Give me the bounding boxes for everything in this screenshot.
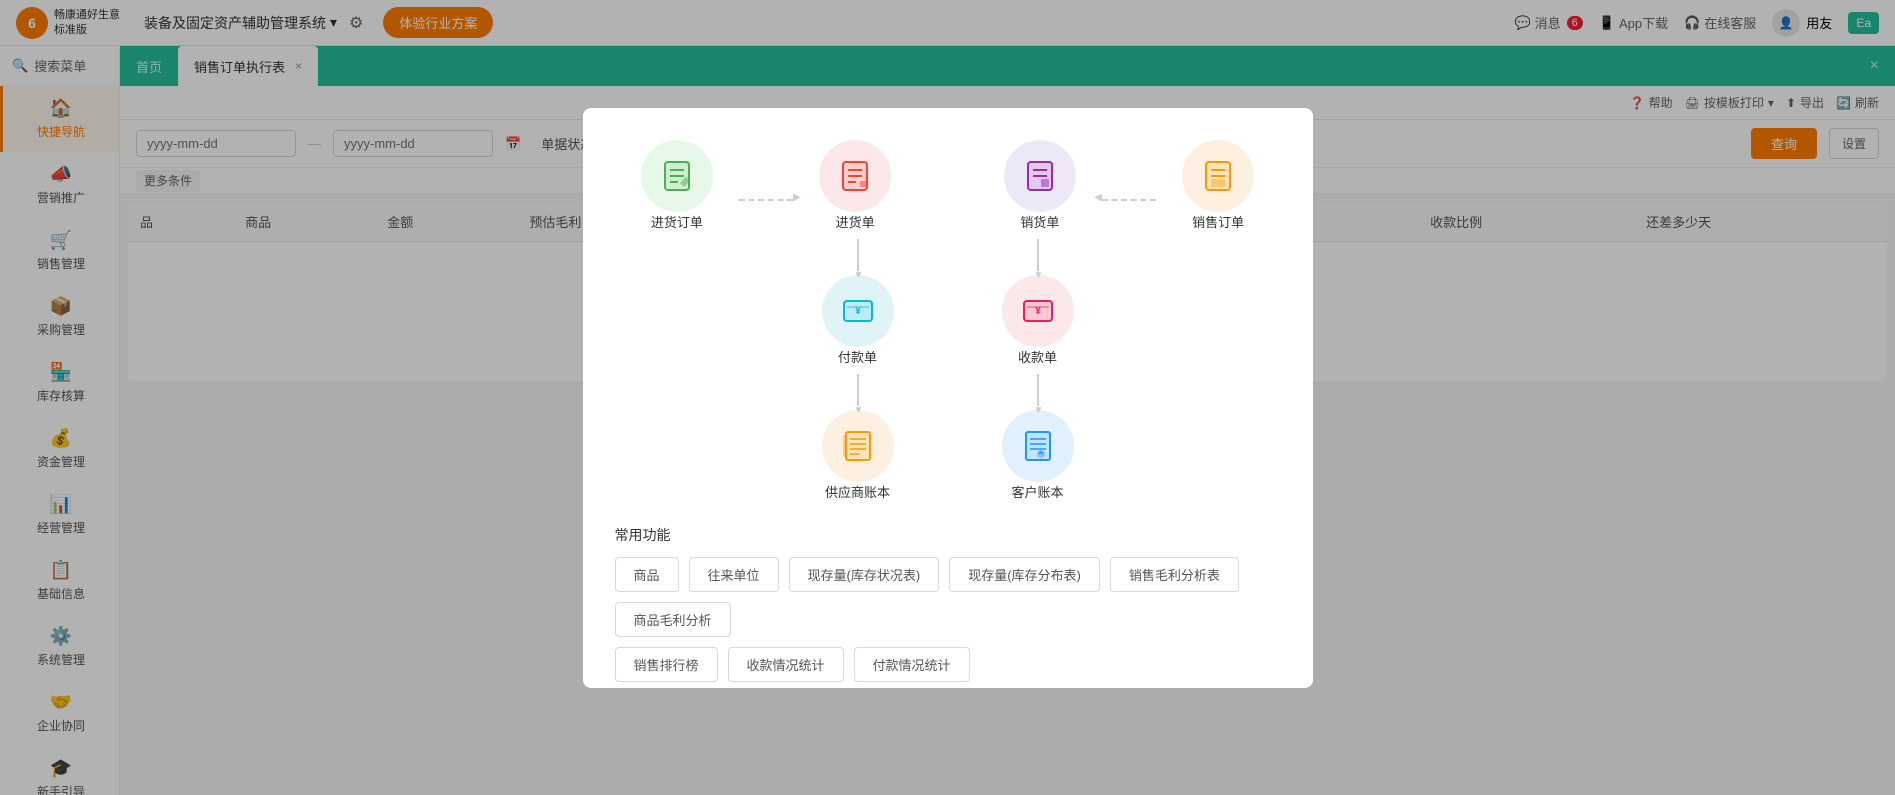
customer-ledger-label: 客户账本 xyxy=(1011,482,1063,501)
purchase-receipt-node[interactable] xyxy=(819,140,891,212)
supplier-ledger-label: 供应商账本 xyxy=(825,482,890,501)
purchase-order-label: 进货订单 xyxy=(651,212,703,231)
modal-overlay[interactable]: 进货订单 进货单 xyxy=(0,0,1895,795)
purchase-receipt-label: 进货单 xyxy=(836,212,875,231)
function-btns-row2: 销售排行榜 收款情况统计 付款情况统计 xyxy=(615,647,1281,682)
receipt-slip-node[interactable]: ¥ xyxy=(1002,275,1074,347)
payment-slip-label: 付款单 xyxy=(838,347,877,366)
func-receipt-stats[interactable]: 收款情况统计 xyxy=(728,647,844,682)
func-partners[interactable]: 往来单位 xyxy=(689,557,779,592)
receipt-slip-label: 收款单 xyxy=(1018,347,1057,366)
sales-order-node[interactable] xyxy=(1182,140,1254,212)
quick-nav-modal: 进货订单 进货单 xyxy=(583,108,1313,688)
purchase-order-node[interactable] xyxy=(641,140,713,212)
flow-col-supplier-ledger: 供应商账本 xyxy=(795,410,921,501)
arrow-purchase-to-receipt xyxy=(739,199,792,231)
function-btns-row1: 商品 往来单位 现存量(库存状况表) 现存量(库存分布表) 销售毛利分析表 商品… xyxy=(615,557,1281,637)
flow-col-sales-order: 销售订单 xyxy=(1156,140,1281,231)
func-sales-ranking[interactable]: 销售排行榜 xyxy=(615,647,718,682)
func-current-stock-status[interactable]: 现存量(库存状况表) xyxy=(789,557,940,592)
common-functions: 常用功能 商品 往来单位 现存量(库存状况表) 现存量(库存分布表) 销售毛利分… xyxy=(615,525,1281,682)
supplier-ledger-node[interactable] xyxy=(822,410,894,482)
sales-receipt-node[interactable] xyxy=(1004,140,1076,212)
flow-col-customer-ledger: 客户账本 xyxy=(975,410,1101,501)
arrow-spacer2 xyxy=(741,239,795,271)
sales-order-label: 销售订单 xyxy=(1192,212,1244,231)
arrow-spacer4 xyxy=(1101,239,1155,271)
func-product[interactable]: 商品 xyxy=(615,557,679,592)
func-payment-stats[interactable]: 付款情况统计 xyxy=(854,647,970,682)
func-sales-margin-analysis[interactable]: 销售毛利分析表 xyxy=(1110,557,1239,592)
arrow-spacer1 xyxy=(615,239,741,271)
func-product-margin-analysis[interactable]: 商品毛利分析 xyxy=(615,602,731,637)
flow-col-purchase-order: 进货订单 xyxy=(615,140,740,231)
flow-col-receipt: ¥ 收款单 xyxy=(975,275,1101,366)
arrow-down-receipt xyxy=(975,374,1101,406)
customer-ledger-node[interactable] xyxy=(1002,410,1074,482)
arrow-down-payment xyxy=(795,374,921,406)
arrow-down-purchase xyxy=(795,239,921,271)
arrow-spacer5 xyxy=(1155,239,1281,271)
sales-receipt-label: 销货单 xyxy=(1020,212,1059,231)
arrow-down-sales xyxy=(975,239,1101,271)
arrow-sales-order-to-receipt xyxy=(1102,199,1155,231)
common-functions-title: 常用功能 xyxy=(615,525,1281,545)
payment-slip-node[interactable]: ¥ xyxy=(822,275,894,347)
flow-col-purchase-receipt: 进货单 xyxy=(793,140,918,231)
flow-col-payment: ¥ 付款单 xyxy=(795,275,921,366)
flow-col-sales-receipt: 销货单 xyxy=(978,140,1103,231)
arrow-spacer3 xyxy=(921,239,975,271)
func-current-stock-distribution[interactable]: 现存量(库存分布表) xyxy=(949,557,1100,592)
